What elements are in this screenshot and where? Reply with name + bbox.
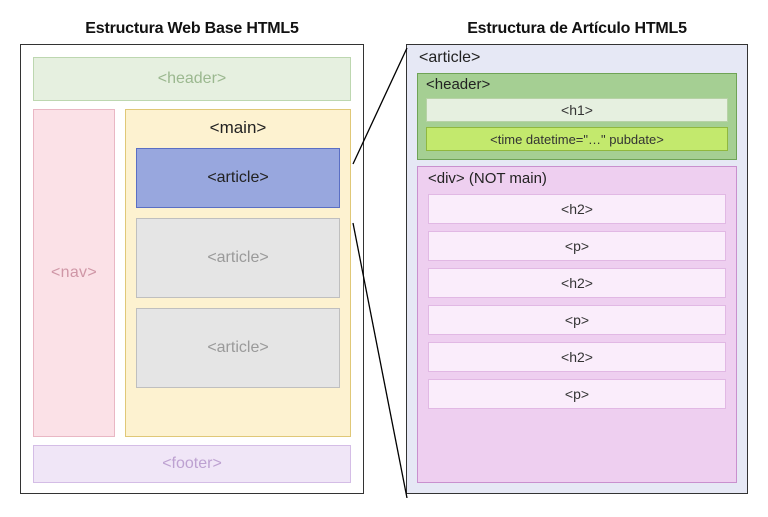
right-title: Estructura de Artículo HTML5 (406, 20, 748, 38)
left-title: Estructura Web Base HTML5 (20, 20, 364, 38)
main-block: <main> <article> <article> <article> (125, 109, 351, 437)
content-block: <p> (428, 231, 726, 261)
time-block: <time datetime="…" pubdate> (426, 127, 728, 151)
article-header-block: <header> <h1> <time datetime="…" pubdate… (417, 73, 737, 160)
article-block: <article> (136, 308, 340, 388)
h1-block: <h1> (426, 98, 728, 122)
content-block: <p> (428, 379, 726, 409)
header-block: <header> (33, 57, 351, 101)
body-label: <div> (NOT main) (428, 169, 726, 187)
content-block: <h2> (428, 268, 726, 298)
article-body-block: <div> (NOT main) <h2> <p> <h2> <p> <h2> … (417, 166, 737, 483)
right-panel: <article> <header> <h1> <time datetime="… (406, 44, 748, 494)
article-block: <article> (136, 218, 340, 298)
footer-block: <footer> (33, 445, 351, 483)
content-block: <h2> (428, 194, 726, 224)
main-label: <main> (136, 116, 340, 138)
content-block: <p> (428, 305, 726, 335)
nav-block: <nav> (33, 109, 115, 437)
article-label: <article> (417, 49, 737, 67)
header-label: <header> (426, 76, 728, 93)
content-block: <h2> (428, 342, 726, 372)
left-panel: <header> <nav> <main> <article> <article… (20, 44, 364, 494)
article-block-highlight: <article> (136, 148, 340, 208)
